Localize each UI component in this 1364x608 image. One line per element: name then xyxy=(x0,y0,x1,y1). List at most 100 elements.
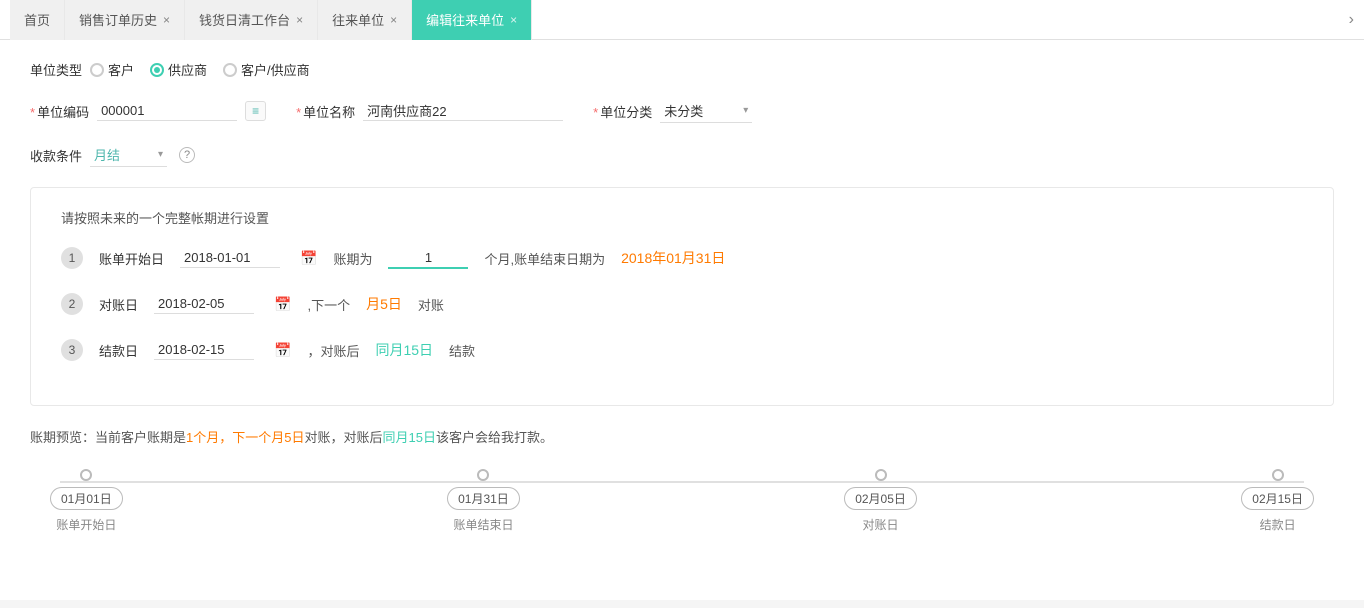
tab-partner-units-close[interactable]: × xyxy=(390,13,397,27)
radio-customer-circle xyxy=(90,63,104,77)
timeline-sublabel-0: 账单开始日 xyxy=(56,516,116,533)
radio-supplier-circle xyxy=(150,63,164,77)
step-date-2: 2018-02-05 xyxy=(154,294,254,314)
tab-home[interactable]: 首页 xyxy=(10,0,65,40)
unit-name-star: * xyxy=(296,105,301,120)
timeline-dot-2 xyxy=(875,469,887,481)
step-desc-3-suffix: 结款 xyxy=(449,341,475,360)
step-label-3: 结款日 xyxy=(99,341,138,360)
timeline-dot-0 xyxy=(80,469,92,481)
tab-sales-history[interactable]: 销售订单历史 × xyxy=(65,0,185,40)
preview-part3: 同月15日 xyxy=(383,430,436,445)
preview-middle: 对账，对账后 xyxy=(304,430,382,445)
timeline-badge-3: 02月15日 xyxy=(1241,487,1314,510)
step-period-label: 账期为 xyxy=(333,249,372,268)
payment-terms-row: 收款条件 月结 ▾ ? xyxy=(30,143,1334,167)
tab-home-label: 首页 xyxy=(24,10,50,29)
payment-terms-value: 月结 xyxy=(94,145,154,164)
timeline-points: 01月01日 账单开始日 01月31日 账单结束日 02月05日 对账日 02月… xyxy=(50,469,1314,533)
unit-name-input[interactable] xyxy=(363,101,563,121)
step-num-2: 2 xyxy=(61,293,83,315)
timeline-point-0: 01月01日 账单开始日 xyxy=(50,469,123,533)
tab-cashier-workbench[interactable]: 钱货日清工作台 × xyxy=(185,0,318,40)
unit-name-group: *单位名称 xyxy=(296,101,563,121)
step-period-end: 2018年01月31日 xyxy=(621,248,725,268)
radio-supplier-label: 供应商 xyxy=(168,60,207,79)
step-desc-2-suffix: 对账 xyxy=(418,295,444,314)
step-num-3: 3 xyxy=(61,339,83,361)
step-label-2: 对账日 xyxy=(99,295,138,314)
unit-code-label: *单位编码 xyxy=(30,102,89,121)
accounting-period-card: 请按照未来的一个完整帐期进行设置 1 账单开始日 2018-01-01 📅 账期… xyxy=(30,187,1334,406)
unit-category-dropdown[interactable]: 未分类 ▾ xyxy=(660,99,752,123)
preview-part2: 下一个月5日 xyxy=(232,430,304,445)
unit-code-lookup-icon[interactable]: ≡ xyxy=(245,101,266,121)
radio-customer-label: 客户 xyxy=(108,60,134,79)
step-desc-3-highlight: 同月15日 xyxy=(375,340,433,360)
radio-both-label: 客户/供应商 xyxy=(241,60,310,79)
step-desc-3-prefix: ，对账后 xyxy=(307,341,359,360)
timeline-point-1: 01月31日 账单结束日 xyxy=(447,469,520,533)
unit-info-row: *单位编码 ≡ *单位名称 *单位分类 未分类 ▾ xyxy=(30,99,1334,123)
step-num-1: 1 xyxy=(61,247,83,269)
tab-partner-units[interactable]: 往来单位 × xyxy=(318,0,412,40)
unit-code-input[interactable] xyxy=(97,101,237,121)
step-row-1: 1 账单开始日 2018-01-01 📅 账期为 个月,账单结束日期为 2018… xyxy=(61,247,1303,269)
timeline-badge-2: 02月05日 xyxy=(844,487,917,510)
unit-code-star: * xyxy=(30,105,35,120)
radio-customer[interactable]: 客户 xyxy=(90,60,134,79)
tabs-expand-button[interactable]: › xyxy=(1339,11,1364,29)
main-content: 单位类型 客户 供应商 客户/供应商 *单位编码 xyxy=(0,40,1364,600)
unit-type-label: 单位类型 xyxy=(30,60,82,79)
timeline-dot-1 xyxy=(477,469,489,481)
tab-cashier-workbench-label: 钱货日清工作台 xyxy=(199,10,290,29)
timeline-sublabel-3: 结款日 xyxy=(1260,516,1296,533)
timeline-sublabel-2: 对账日 xyxy=(863,516,899,533)
unit-code-group: *单位编码 ≡ xyxy=(30,101,266,121)
step-date-1: 2018-01-01 xyxy=(180,248,280,268)
card-hint: 请按照未来的一个完整帐期进行设置 xyxy=(61,208,1303,227)
calendar-icon-3[interactable]: 📅 xyxy=(274,342,291,359)
timeline-dot-3 xyxy=(1272,469,1284,481)
preview-suffix: 该客户会给我打款。 xyxy=(436,430,553,445)
radio-both[interactable]: 客户/供应商 xyxy=(223,60,310,79)
payment-terms-help-icon[interactable]: ? xyxy=(179,147,195,163)
unit-category-label: *单位分类 xyxy=(593,102,652,121)
payment-terms-dropdown[interactable]: 月结 ▾ xyxy=(90,143,167,167)
unit-name-label: *单位名称 xyxy=(296,102,355,121)
calendar-icon-2[interactable]: 📅 xyxy=(274,296,291,313)
timeline-point-3: 02月15日 结款日 xyxy=(1241,469,1314,533)
unit-category-star: * xyxy=(593,105,598,120)
payment-terms-arrow: ▾ xyxy=(158,149,163,160)
radio-group-unit-type: 客户 供应商 客户/供应商 xyxy=(90,60,310,79)
preview-prefix: 账期预览：当前客户账期是 xyxy=(30,430,186,445)
preview-part1: 1个月， xyxy=(186,430,232,445)
step-label-1: 账单开始日 xyxy=(99,249,164,268)
timeline-wrap: 01月01日 账单开始日 01月31日 账单结束日 02月05日 对账日 02月… xyxy=(30,469,1334,533)
unit-category-value: 未分类 xyxy=(664,101,703,120)
preview-text: 账期预览：当前客户账期是1个月，下一个月5日对账，对账后同月15日该客户会给我打… xyxy=(30,426,1334,449)
unit-type-row: 单位类型 客户 供应商 客户/供应商 xyxy=(30,60,1334,79)
tab-edit-partner-units-label: 编辑往来单位 xyxy=(426,10,504,29)
period-value-input[interactable] xyxy=(388,248,468,269)
tab-edit-partner-units[interactable]: 编辑往来单位 × xyxy=(412,0,532,40)
timeline-point-2: 02月05日 对账日 xyxy=(844,469,917,533)
tab-cashier-workbench-close[interactable]: × xyxy=(296,13,303,27)
step-period-unit: 个月,账单结束日期为 xyxy=(484,249,605,268)
tab-sales-history-close[interactable]: × xyxy=(163,13,170,27)
step-date-3: 2018-02-15 xyxy=(154,340,254,360)
timeline-badge-1: 01月31日 xyxy=(447,487,520,510)
unit-category-arrow: ▾ xyxy=(743,105,748,116)
timeline-sublabel-1: 账单结束日 xyxy=(453,516,513,533)
step-desc-2-highlight: 月5日 xyxy=(366,294,402,314)
unit-type-group: 单位类型 客户 供应商 客户/供应商 xyxy=(30,60,310,79)
radio-supplier[interactable]: 供应商 xyxy=(150,60,207,79)
step-desc-2-prefix: ,下一个 xyxy=(307,295,350,314)
tab-partner-units-label: 往来单位 xyxy=(332,10,384,29)
calendar-icon-1[interactable]: 📅 xyxy=(300,250,317,267)
timeline-badge-0: 01月01日 xyxy=(50,487,123,510)
payment-terms-label: 收款条件 xyxy=(30,146,82,165)
tab-edit-partner-units-close[interactable]: × xyxy=(510,13,517,27)
step-row-3: 3 结款日 2018-02-15 📅 ，对账后同月15日结款 xyxy=(61,339,1303,361)
unit-category-group: *单位分类 未分类 ▾ xyxy=(593,99,752,123)
